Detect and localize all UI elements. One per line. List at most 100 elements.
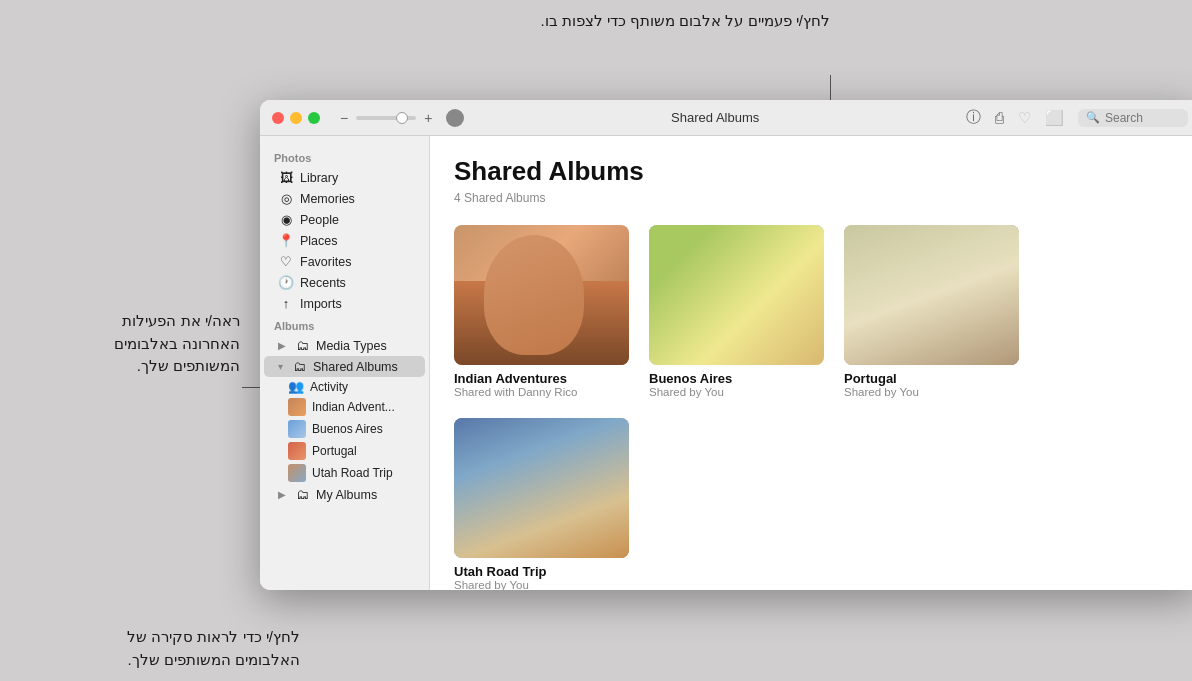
sidebar-item-recents-label: Recents (300, 276, 346, 290)
album-name-buenos: Buenos Aires (649, 371, 824, 386)
album-card-indian[interactable]: Indian Adventures Shared with Danny Rico (454, 225, 629, 398)
memories-icon: ◎ (278, 191, 294, 206)
recents-icon: 🕐 (278, 275, 294, 290)
sidebar-item-indian-label: Indian Advent... (312, 400, 395, 414)
chevron-down-icon: ▾ (278, 361, 283, 372)
callout-top: לחץ/י פעמיים על אלבום משותף כדי לצפות בו… (530, 10, 830, 33)
sidebar-item-memories-label: Memories (300, 192, 355, 206)
zoom-slider[interactable] (356, 116, 416, 120)
indian-thumb (288, 398, 306, 416)
album-name-portugal: Portugal (844, 371, 1019, 386)
album-thumb-indian (454, 225, 629, 365)
shared-albums-icon: 🗂 (291, 359, 307, 374)
callout-bottom: לחץ/י כדי לראות סקירה של האלבומים המשותפ… (20, 626, 300, 671)
sidebar-item-utah-label: Utah Road Trip (312, 466, 393, 480)
album-name-utah: Utah Road Trip (454, 564, 629, 579)
chevron-right-icon-2: ▶ (278, 489, 286, 500)
album-desc-buenos: Shared by You (649, 386, 824, 398)
favorites-icon: ♡ (278, 254, 294, 269)
sidebar-item-indian-adventures[interactable]: Indian Advent... (274, 396, 425, 418)
titlebar-actions: ⓘ ⎙ ♡ ⬜ 🔍 (966, 108, 1188, 127)
search-input[interactable] (1105, 111, 1185, 125)
sidebar-item-memories[interactable]: ◎ Memories (264, 188, 425, 209)
search-icon: 🔍 (1086, 111, 1100, 124)
activity-icon: 👥 (288, 379, 304, 394)
sidebar-item-library[interactable]: 🖼 Library (264, 167, 425, 188)
zoom-slider-thumb[interactable] (396, 112, 408, 124)
minimize-button[interactable] (290, 112, 302, 124)
people-icon: ◉ (278, 212, 294, 227)
album-card-portugal[interactable]: Portugal Shared by You (844, 225, 1019, 398)
album-desc-indian: Shared with Danny Rico (454, 386, 629, 398)
photos-section-label: Photos (260, 146, 429, 167)
sidebar-item-favorites-label: Favorites (300, 255, 351, 269)
sidebar-item-imports[interactable]: ↑ Imports (264, 293, 425, 314)
shared-albums-children: 👥 Activity Indian Advent... Buenos Aires… (260, 377, 429, 484)
album-thumb-portugal (844, 225, 1019, 365)
sidebar-item-favorites[interactable]: ♡ Favorites (264, 251, 425, 272)
window-title: Shared Albums (464, 110, 966, 125)
sidebar: Photos 🖼 Library ◎ Memories ◉ People 📍 P… (260, 136, 430, 590)
album-desc-portugal: Shared by You (844, 386, 1019, 398)
main-content: Photos 🖼 Library ◎ Memories ◉ People 📍 P… (260, 136, 1192, 590)
sidebar-item-places-label: Places (300, 234, 338, 248)
sidebar-item-portugal[interactable]: Portugal (274, 440, 425, 462)
albums-section-label: Albums (260, 314, 429, 335)
sidebar-item-media-types-label: Media Types (316, 339, 387, 353)
sidebar-item-my-albums[interactable]: ▶ 🗂 My Albums (264, 484, 425, 505)
callout-left: ראה/י את הפעילות האחרונה באלבומים המשותפ… (10, 310, 240, 378)
sidebar-item-activity[interactable]: 👥 Activity (274, 377, 425, 396)
sidebar-item-media-types[interactable]: ▶ 🗂 Media Types (264, 335, 425, 356)
sidebar-item-places[interactable]: 📍 Places (264, 230, 425, 251)
utah-shape (454, 418, 629, 558)
my-albums-icon: 🗂 (294, 487, 310, 502)
imports-icon: ↑ (278, 296, 294, 311)
album-thumb-buenos (649, 225, 824, 365)
buenos-thumb (288, 420, 306, 438)
sidebar-item-portugal-label: Portugal (312, 444, 357, 458)
sidebar-item-library-label: Library (300, 171, 338, 185)
library-icon: 🖼 (278, 170, 294, 185)
sidebar-item-people[interactable]: ◉ People (264, 209, 425, 230)
portugal-shape (844, 225, 1019, 365)
sidebar-item-my-albums-label: My Albums (316, 488, 377, 502)
info-icon[interactable]: ⓘ (966, 108, 981, 127)
close-button[interactable] (272, 112, 284, 124)
utah-thumb (288, 464, 306, 482)
traffic-lights (272, 112, 320, 124)
album-thumb-utah (454, 418, 629, 558)
places-icon: 📍 (278, 233, 294, 248)
chevron-right-icon: ▶ (278, 340, 286, 351)
maximize-button[interactable] (308, 112, 320, 124)
zoom-circle-icon (446, 109, 464, 127)
album-name-indian: Indian Adventures (454, 371, 629, 386)
search-box[interactable]: 🔍 (1078, 109, 1188, 127)
child-shape-buenos (649, 225, 824, 365)
sidebar-item-people-label: People (300, 213, 339, 227)
heart-icon[interactable]: ♡ (1018, 109, 1031, 127)
sidebar-item-recents[interactable]: 🕐 Recents (264, 272, 425, 293)
portugal-thumb (288, 442, 306, 460)
sidebar-item-utah-road-trip[interactable]: Utah Road Trip (274, 462, 425, 484)
sidebar-item-shared-albums[interactable]: ▾ 🗂 Shared Albums (264, 356, 425, 377)
sidebar-item-buenos-label: Buenos Aires (312, 422, 383, 436)
album-card-buenos[interactable]: Buenos Aires Shared by You (649, 225, 824, 398)
album-desc-utah: Shared by You (454, 579, 629, 590)
share-icon[interactable]: ⎙ (995, 109, 1004, 126)
zoom-minus-button[interactable]: − (340, 110, 348, 126)
zoom-controls: − + (340, 109, 464, 127)
content-area: Shared Albums 4 Shared Albums Indian Adv… (430, 136, 1192, 590)
zoom-plus-button[interactable]: + (424, 110, 432, 126)
crop-icon[interactable]: ⬜ (1045, 109, 1064, 127)
sidebar-item-buenos-aires[interactable]: Buenos Aires (274, 418, 425, 440)
album-grid: Indian Adventures Shared with Danny Rico… (454, 225, 1176, 590)
face-shape-indian (484, 235, 584, 355)
album-card-utah[interactable]: Utah Road Trip Shared by You (454, 418, 629, 590)
media-types-icon: 🗂 (294, 338, 310, 353)
sidebar-item-shared-albums-label: Shared Albums (313, 360, 398, 374)
sidebar-item-imports-label: Imports (300, 297, 342, 311)
sidebar-item-activity-label: Activity (310, 380, 348, 394)
titlebar: − + Shared Albums ⓘ ⎙ ♡ ⬜ 🔍 (260, 100, 1192, 136)
app-window: − + Shared Albums ⓘ ⎙ ♡ ⬜ 🔍 Photos 🖼 (260, 100, 1192, 590)
page-title: Shared Albums (454, 156, 1176, 187)
